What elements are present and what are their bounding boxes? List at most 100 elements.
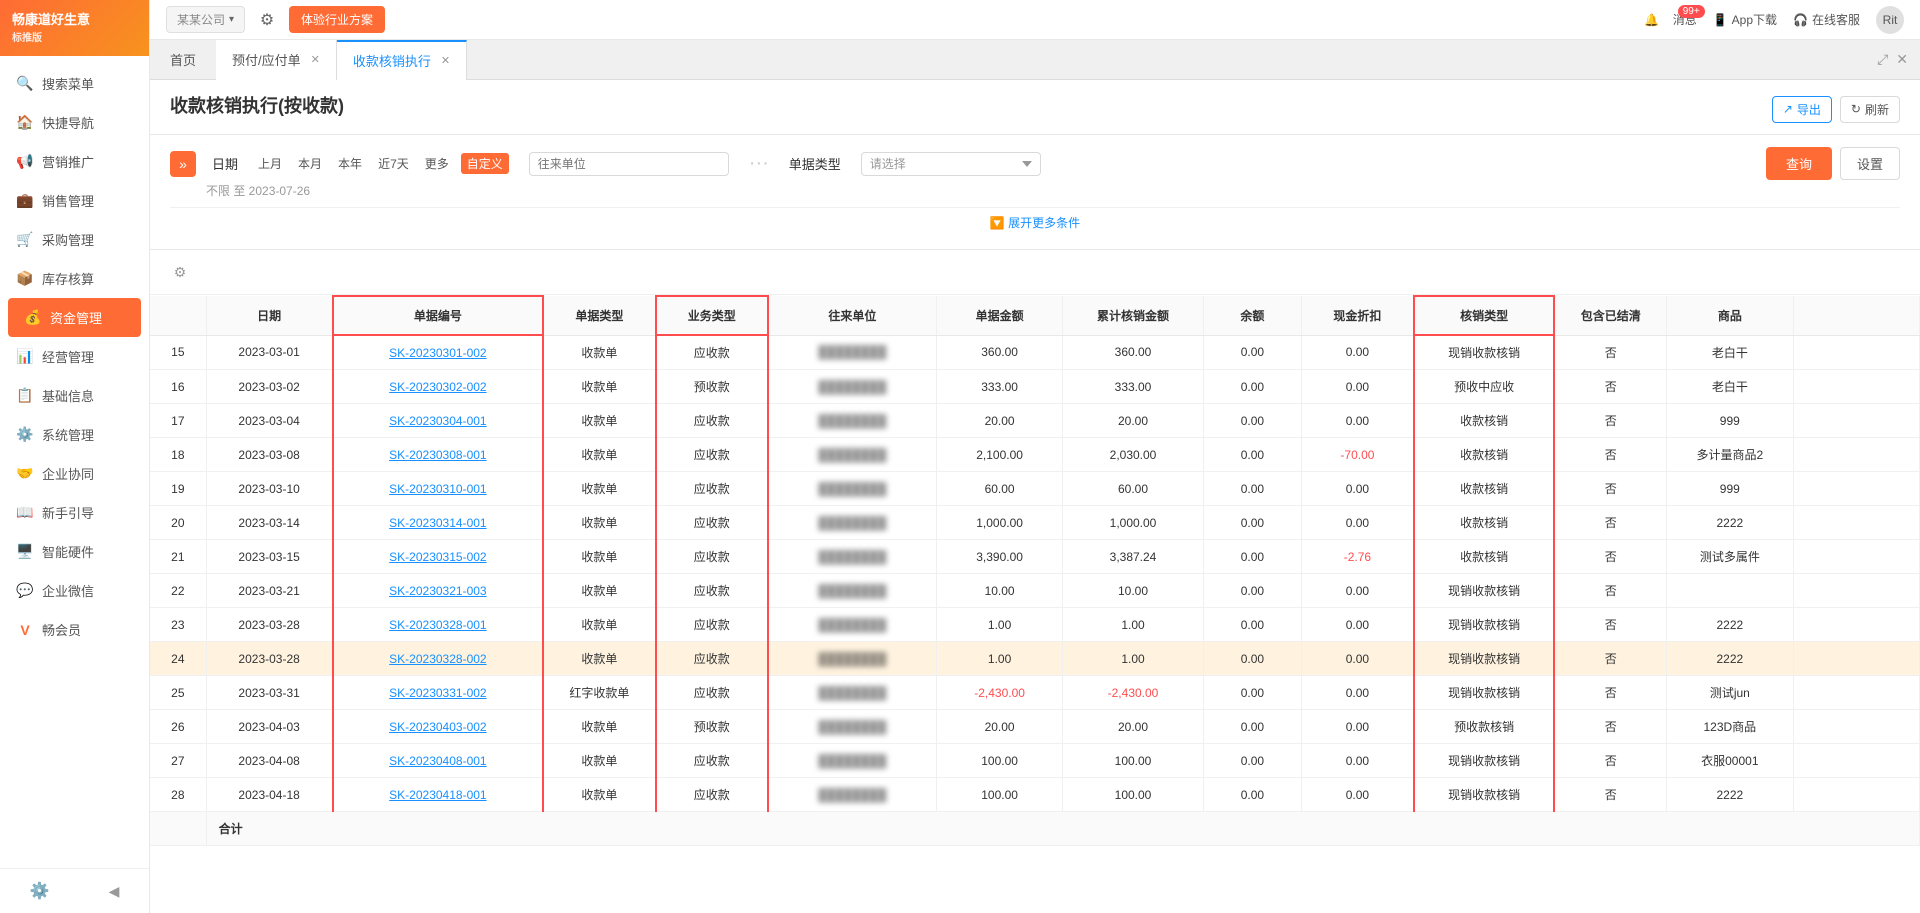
online-service[interactable]: 🎧 在线客服 — [1793, 11, 1860, 28]
th-doc-no[interactable]: 单据编号 — [333, 296, 544, 335]
date-last-7days[interactable]: 近7天 — [374, 153, 413, 174]
cell-product-img — [1793, 744, 1919, 778]
th-discount[interactable]: 现金折扣 — [1302, 296, 1414, 335]
sidebar-item-operation[interactable]: 📊 经营管理 — [0, 337, 149, 376]
expand-more-btn[interactable]: 🔽 展开更多条件 — [170, 207, 1900, 237]
cell-product: 老白干 — [1667, 370, 1793, 404]
maximize-icon[interactable]: ⤢ — [1877, 51, 1888, 68]
sidebar-item-guide[interactable]: 📖 新手引导 — [0, 493, 149, 532]
doc-no-link[interactable]: SK-20230308-001 — [389, 448, 486, 462]
date-this-year[interactable]: 本年 — [334, 153, 366, 174]
tab-home[interactable]: 首页 — [150, 40, 216, 80]
sidebar-item-shortcut[interactable]: 🏠 快捷导航 — [0, 103, 149, 142]
th-balance[interactable]: 余额 — [1203, 296, 1301, 335]
sidebar-item-hardware[interactable]: 🖥️ 智能硬件 — [0, 532, 149, 571]
date-custom-btn[interactable]: 自定义 — [461, 153, 509, 174]
sidebar-item-purchase[interactable]: 🛒 采购管理 — [0, 220, 149, 259]
doc-no-link[interactable]: SK-20230418-001 — [389, 788, 486, 802]
settings-gear-btn[interactable]: ⚙ — [253, 6, 281, 34]
table-container: ⚙ 日期 单据编号 单据类型 业务类型 往来单位 单据金额 累计核销金额 余额 … — [150, 250, 1920, 913]
sidebar-item-inventory[interactable]: 📦 库存核算 — [0, 259, 149, 298]
th-writeoff-type[interactable]: 核销类型 — [1414, 296, 1554, 335]
notification-badge: 99+ — [1678, 5, 1705, 18]
th-product[interactable]: 商品 — [1667, 296, 1793, 335]
member-icon: V — [16, 621, 34, 639]
cell-include-settled: 否 — [1554, 370, 1666, 404]
doc-no-link[interactable]: SK-20230328-001 — [389, 618, 486, 632]
doc-no-link[interactable]: SK-20230321-003 — [389, 584, 486, 598]
filter-settings-button[interactable]: 设置 — [1840, 147, 1900, 180]
cell-biz-type: 应收款 — [656, 540, 768, 574]
app-download[interactable]: 📱 App下载 — [1713, 11, 1777, 28]
doc-no-link[interactable]: SK-20230315-002 — [389, 550, 486, 564]
refresh-button[interactable]: ↻ 刷新 — [1840, 96, 1900, 123]
tab-close-all-icon[interactable]: ✕ — [1896, 51, 1908, 68]
doc-no-link[interactable]: SK-20230301-002 — [389, 346, 486, 360]
cell-include-settled: 否 — [1554, 335, 1666, 370]
table-settings-icon[interactable]: ⚙ — [166, 258, 194, 286]
date-last-month[interactable]: 上月 — [254, 153, 286, 174]
tab-writeoff-close-icon[interactable]: ✕ — [441, 54, 450, 67]
user-avatar[interactable]: Rit — [1876, 6, 1904, 34]
sidebar-settings-icon[interactable]: ⚙️ — [30, 881, 50, 901]
tab-writeoff[interactable]: 收款核销执行 ✕ — [337, 40, 467, 80]
sidebar-item-search[interactable]: 🔍 搜索菜单 — [0, 64, 149, 103]
cell-balance: 0.00 — [1203, 404, 1301, 438]
date-this-month[interactable]: 本月 — [294, 153, 326, 174]
basic-icon: 📋 — [16, 387, 34, 405]
doc-no-link[interactable]: SK-20230331-002 — [389, 686, 486, 700]
th-include-settled[interactable]: 包含已结清 — [1554, 296, 1666, 335]
sidebar: 畅康道好生意 标推版 🔍 搜索菜单 🏠 快捷导航 📢 营销推广 💼 销售管理 🛒… — [0, 0, 150, 913]
expand-label: 展开更多条件 — [1008, 216, 1080, 230]
th-biz-type[interactable]: 业务类型 — [656, 296, 768, 335]
sidebar-item-finance[interactable]: 💰 资金管理 — [8, 298, 141, 337]
filter-row-1: » 日期 上月 本月 本年 近7天 更多 自定义 ··· 单据类型 — [170, 147, 1900, 180]
doc-no-link[interactable]: SK-20230408-001 — [389, 754, 486, 768]
sidebar-item-marketing[interactable]: 📢 营销推广 — [0, 142, 149, 181]
sidebar-item-sales[interactable]: 💼 销售管理 — [0, 181, 149, 220]
table-header-row: 日期 单据编号 单据类型 业务类型 往来单位 单据金额 累计核销金额 余额 现金… — [150, 296, 1920, 335]
table-toolbar: ⚙ — [150, 250, 1920, 295]
cell-date: 2023-03-28 — [206, 642, 332, 676]
sidebar-item-system[interactable]: ⚙️ 系统管理 — [0, 415, 149, 454]
doc-no-link[interactable]: SK-20230310-001 — [389, 482, 486, 496]
cell-biz-type: 应收款 — [656, 472, 768, 506]
cell-partner: ████████ — [768, 404, 937, 438]
sidebar-item-wechat[interactable]: 💬 企业微信 — [0, 571, 149, 610]
experience-button[interactable]: 体验行业方案 — [289, 6, 385, 33]
cell-biz-type: 应收款 — [656, 506, 768, 540]
cell-discount: 0.00 — [1302, 472, 1414, 506]
cell-index: 25 — [150, 676, 206, 710]
doc-type-select[interactable]: 请选择 — [861, 152, 1041, 176]
sidebar-item-enterprise[interactable]: 🤝 企业协同 — [0, 454, 149, 493]
export-button[interactable]: ↗ 导出 — [1772, 96, 1832, 123]
doc-no-link[interactable]: SK-20230304-001 — [389, 414, 486, 428]
cell-amount: 1.00 — [936, 642, 1062, 676]
partner-input[interactable] — [529, 152, 729, 176]
doc-no-link[interactable]: SK-20230328-002 — [389, 652, 486, 666]
th-date[interactable]: 日期 — [206, 296, 332, 335]
sidebar-item-member[interactable]: V 畅会员 — [0, 610, 149, 649]
th-doc-type[interactable]: 单据类型 — [543, 296, 655, 335]
th-partner[interactable]: 往来单位 — [768, 296, 937, 335]
doc-no-link[interactable]: SK-20230314-001 — [389, 516, 486, 530]
table-row: 20 2023-03-14 SK-20230314-001 收款单 应收款 ██… — [150, 506, 1920, 540]
cell-doc-no: SK-20230331-002 — [333, 676, 544, 710]
cell-include-settled: 否 — [1554, 778, 1666, 812]
enterprise-icon: 🤝 — [16, 465, 34, 483]
date-more[interactable]: 更多 — [421, 153, 453, 174]
tab-payable[interactable]: 预付/应付单 ✕ — [216, 40, 337, 80]
sidebar-collapse-icon[interactable]: ◀ — [109, 883, 120, 900]
filter-collapse-button[interactable]: » — [170, 151, 196, 177]
tab-payable-close-icon[interactable]: ✕ — [311, 53, 320, 66]
sidebar-label-enterprise: 企业协同 — [42, 464, 94, 483]
doc-no-link[interactable]: SK-20230302-002 — [389, 380, 486, 394]
app-download-label: App下载 — [1732, 11, 1777, 28]
doc-no-link[interactable]: SK-20230403-002 — [389, 720, 486, 734]
sidebar-item-basic[interactable]: 📋 基础信息 — [0, 376, 149, 415]
th-amount[interactable]: 单据金额 — [936, 296, 1062, 335]
query-button[interactable]: 查询 — [1766, 147, 1832, 180]
company-selector[interactable]: 某某公司 ▾ — [166, 6, 245, 33]
notification-area[interactable]: 🔔 99+ 消息 — [1644, 11, 1696, 28]
th-cum-writeoff[interactable]: 累计核销金额 — [1063, 296, 1203, 335]
